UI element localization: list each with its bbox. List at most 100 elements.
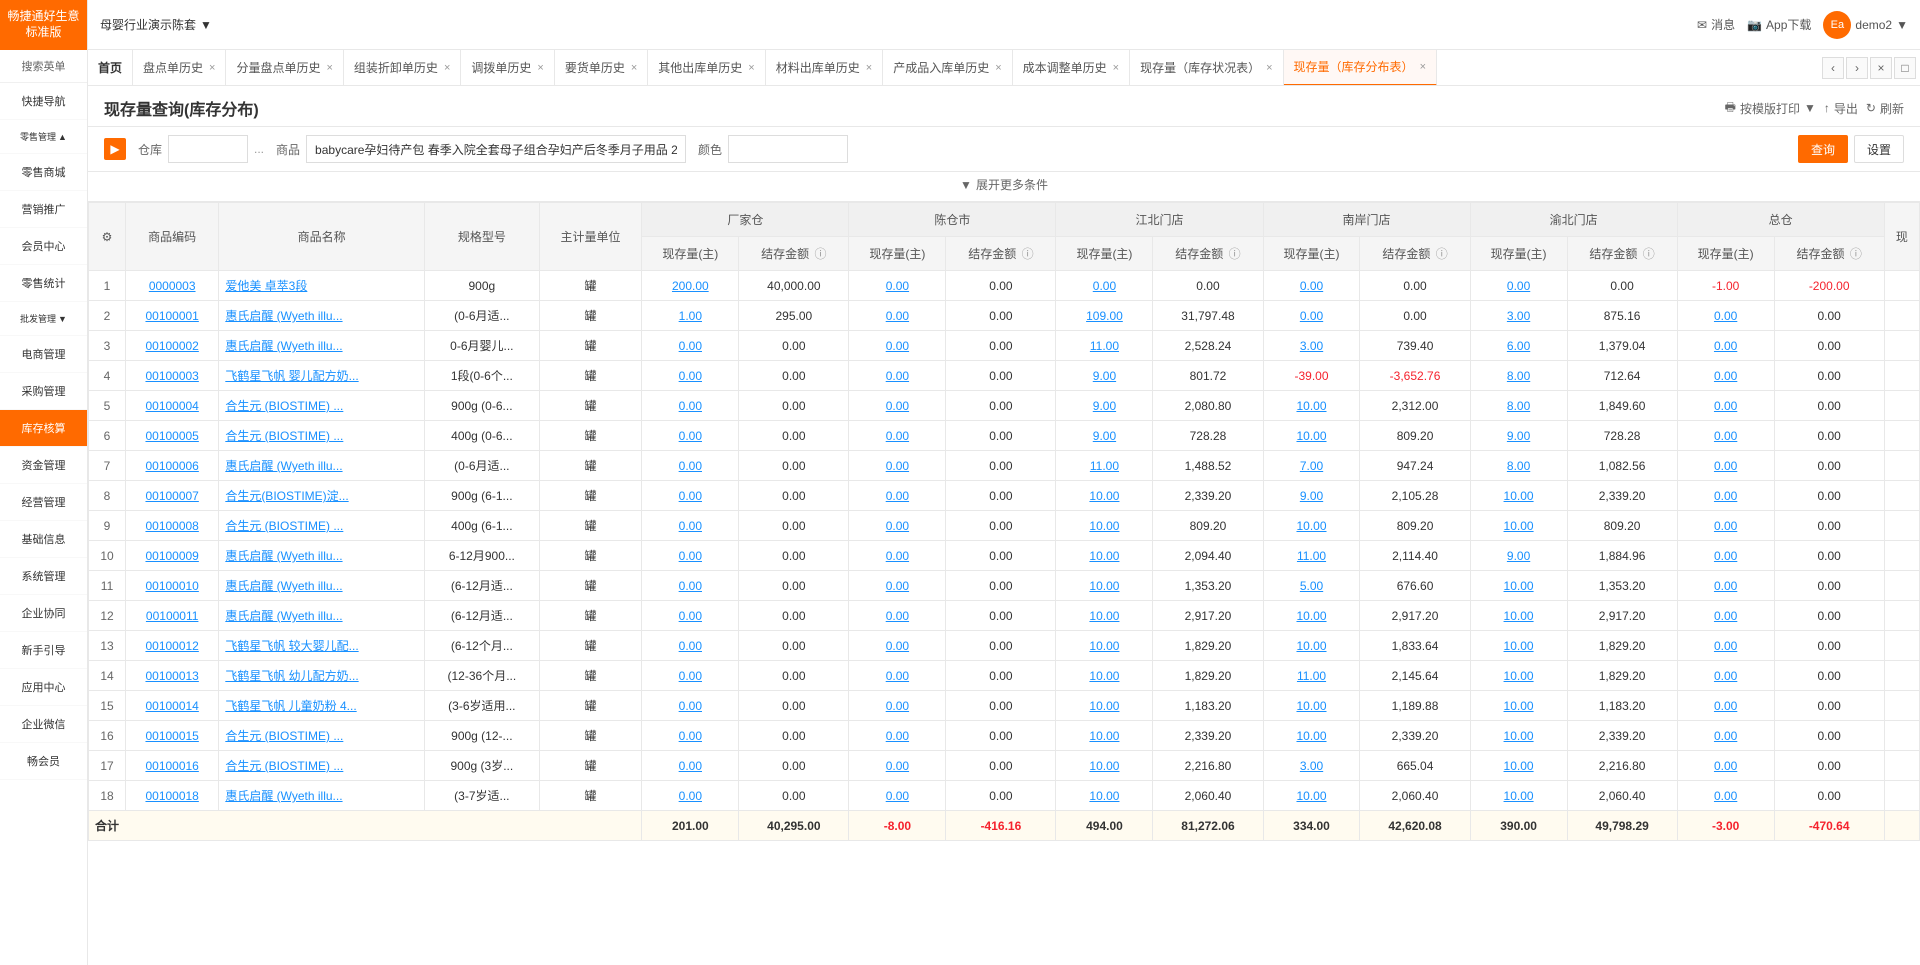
sidebar-item-inventory[interactable]: 库存核算 xyxy=(0,410,87,447)
cell-jb-stock[interactable]: 10.00 xyxy=(1056,751,1153,781)
cell-na-stock[interactable]: 10.00 xyxy=(1263,631,1360,661)
cell-jb-stock[interactable]: 10.00 xyxy=(1056,661,1153,691)
tab-close-transfer[interactable]: × xyxy=(537,62,543,74)
cell-yb-stock[interactable]: 10.00 xyxy=(1470,511,1567,541)
tabs-prev-btn[interactable]: ‹ xyxy=(1822,57,1844,79)
sidebar-item-member[interactable]: 会员中心 xyxy=(0,228,87,265)
color-input[interactable] xyxy=(728,135,848,163)
cell-na-stock[interactable]: 10.00 xyxy=(1263,691,1360,721)
cell-jb-stock[interactable]: 10.00 xyxy=(1056,691,1153,721)
cell-jb-stock[interactable]: 9.00 xyxy=(1056,361,1153,391)
tab-close-stock-status[interactable]: × xyxy=(1266,62,1272,74)
cell-jb-stock[interactable]: 10.00 xyxy=(1056,631,1153,661)
cell-na-stock[interactable]: 0.00 xyxy=(1263,301,1360,331)
tab-stock-status[interactable]: 现存量（库存状况表）× xyxy=(1130,50,1283,86)
tab-inventory-count[interactable]: 盘点单历史 × xyxy=(133,50,226,86)
cell-na-stock[interactable]: 10.00 xyxy=(1263,601,1360,631)
cell-code[interactable]: 0000003 xyxy=(126,271,219,301)
cell-name[interactable]: 惠氏启醒 (Wyeth illu... xyxy=(219,601,425,631)
cell-yb-stock[interactable]: 6.00 xyxy=(1470,331,1567,361)
cell-yb-stock[interactable]: 10.00 xyxy=(1470,781,1567,811)
sidebar-item-quicknav[interactable]: 快捷导航 xyxy=(0,83,87,120)
cell-t-stock[interactable]: 0.00 xyxy=(1677,721,1774,751)
cell-na-stock[interactable]: 10.00 xyxy=(1263,511,1360,541)
cell-code[interactable]: 00100004 xyxy=(126,391,219,421)
cell-na-stock[interactable]: 11.00 xyxy=(1263,661,1360,691)
sidebar-item-ecom[interactable]: 电商管理 xyxy=(0,336,87,373)
tab-transfer[interactable]: 调拨单历史 × xyxy=(461,50,554,86)
cell-f-stock[interactable]: 0.00 xyxy=(642,511,739,541)
app-download-btn[interactable]: 📷 App下载 xyxy=(1747,16,1811,33)
yb-amt-info-icon[interactable]: ⓘ xyxy=(1643,247,1655,261)
cell-f-stock[interactable]: 0.00 xyxy=(642,571,739,601)
cell-c-stock[interactable]: 0.00 xyxy=(849,421,946,451)
cell-na-stock[interactable]: 10.00 xyxy=(1263,421,1360,451)
gear-icon[interactable]: ⚙ xyxy=(102,230,113,244)
filter-expand-btn[interactable]: ▶ xyxy=(104,138,126,160)
cell-c-stock[interactable]: 0.00 xyxy=(849,451,946,481)
cell-na-stock[interactable]: 9.00 xyxy=(1263,481,1360,511)
cell-c-stock[interactable]: 0.00 xyxy=(849,631,946,661)
cell-name[interactable]: 合生元 (BIOSTIME) ... xyxy=(219,751,425,781)
cell-c-stock[interactable]: 0.00 xyxy=(849,781,946,811)
refresh-btn[interactable]: ↻ 刷新 xyxy=(1866,100,1904,117)
cell-code[interactable]: 00100009 xyxy=(126,541,219,571)
tab-order[interactable]: 要货单历史 × xyxy=(555,50,648,86)
sidebar-item-appcenter[interactable]: 应用中心 xyxy=(0,669,87,706)
sidebar-item-operations[interactable]: 经营管理 xyxy=(0,484,87,521)
cell-c-stock[interactable]: 0.00 xyxy=(849,511,946,541)
cell-t-stock[interactable]: 0.00 xyxy=(1677,601,1774,631)
cell-f-stock[interactable]: 0.00 xyxy=(642,421,739,451)
cell-jb-stock[interactable]: 10.00 xyxy=(1056,721,1153,751)
cell-jb-stock[interactable]: 11.00 xyxy=(1056,451,1153,481)
cell-name[interactable]: 惠氏启醒 (Wyeth illu... xyxy=(219,781,425,811)
cell-code[interactable]: 00100003 xyxy=(126,361,219,391)
jb-amt-info-icon[interactable]: ⓘ xyxy=(1229,247,1241,261)
cell-code[interactable]: 00100005 xyxy=(126,421,219,451)
cell-c-stock[interactable]: 0.00 xyxy=(849,751,946,781)
cell-t-stock[interactable]: -1.00 xyxy=(1677,271,1774,301)
cell-code[interactable]: 00100008 xyxy=(126,511,219,541)
cell-c-stock[interactable]: 0.00 xyxy=(849,361,946,391)
cell-na-stock[interactable]: 3.00 xyxy=(1263,751,1360,781)
cell-yb-stock[interactable]: 10.00 xyxy=(1470,661,1567,691)
query-button[interactable]: 查询 xyxy=(1798,135,1848,163)
cell-c-stock[interactable]: 0.00 xyxy=(849,691,946,721)
cell-t-stock[interactable]: 0.00 xyxy=(1677,361,1774,391)
cell-t-stock[interactable]: 0.00 xyxy=(1677,331,1774,361)
cell-t-stock[interactable]: 0.00 xyxy=(1677,781,1774,811)
cell-t-stock[interactable]: 0.00 xyxy=(1677,451,1774,481)
tab-close-cost-adj[interactable]: × xyxy=(1113,62,1119,74)
sidebar-item-collab[interactable]: 企业协同 xyxy=(0,595,87,632)
cell-f-stock[interactable]: 200.00 xyxy=(642,271,739,301)
cell-name[interactable]: 惠氏启醒 (Wyeth illu... xyxy=(219,571,425,601)
cell-c-stock[interactable]: 0.00 xyxy=(849,541,946,571)
cell-yb-stock[interactable]: 9.00 xyxy=(1470,541,1567,571)
tab-home[interactable]: 首页 xyxy=(88,50,133,86)
cell-f-stock[interactable]: 0.00 xyxy=(642,391,739,421)
sidebar-item-purchase[interactable]: 采购管理 xyxy=(0,373,87,410)
cell-yb-stock[interactable]: 10.00 xyxy=(1470,601,1567,631)
cell-na-stock[interactable]: 10.00 xyxy=(1263,391,1360,421)
cell-f-stock[interactable]: 0.00 xyxy=(642,661,739,691)
cell-code[interactable]: 00100012 xyxy=(126,631,219,661)
f-amt-info-icon[interactable]: ⓘ xyxy=(815,247,827,261)
cell-yb-stock[interactable]: 8.00 xyxy=(1470,391,1567,421)
tab-close-inventory-count[interactable]: × xyxy=(209,62,215,74)
cell-name[interactable]: 合生元 (BIOSTIME) ... xyxy=(219,391,425,421)
cell-na-stock[interactable]: 3.00 xyxy=(1263,331,1360,361)
cell-yb-stock[interactable]: 8.00 xyxy=(1470,451,1567,481)
cell-jb-stock[interactable]: 9.00 xyxy=(1056,421,1153,451)
cell-yb-stock[interactable]: 9.00 xyxy=(1470,421,1567,451)
cell-code[interactable]: 00100013 xyxy=(126,661,219,691)
cell-f-stock[interactable]: 0.00 xyxy=(642,451,739,481)
cell-yb-stock[interactable]: 10.00 xyxy=(1470,571,1567,601)
cell-code[interactable]: 00100006 xyxy=(126,451,219,481)
cell-t-stock[interactable]: 0.00 xyxy=(1677,631,1774,661)
cell-name[interactable]: 飞鹤星飞帆 较大婴儿配... xyxy=(219,631,425,661)
cell-name[interactable]: 合生元(BIOSTIME)淀... xyxy=(219,481,425,511)
cell-f-stock[interactable]: 0.00 xyxy=(642,781,739,811)
cell-jb-stock[interactable]: 10.00 xyxy=(1056,511,1153,541)
col-gear[interactable]: ⚙ xyxy=(89,203,126,271)
tab-close-product-in[interactable]: × xyxy=(995,62,1001,74)
